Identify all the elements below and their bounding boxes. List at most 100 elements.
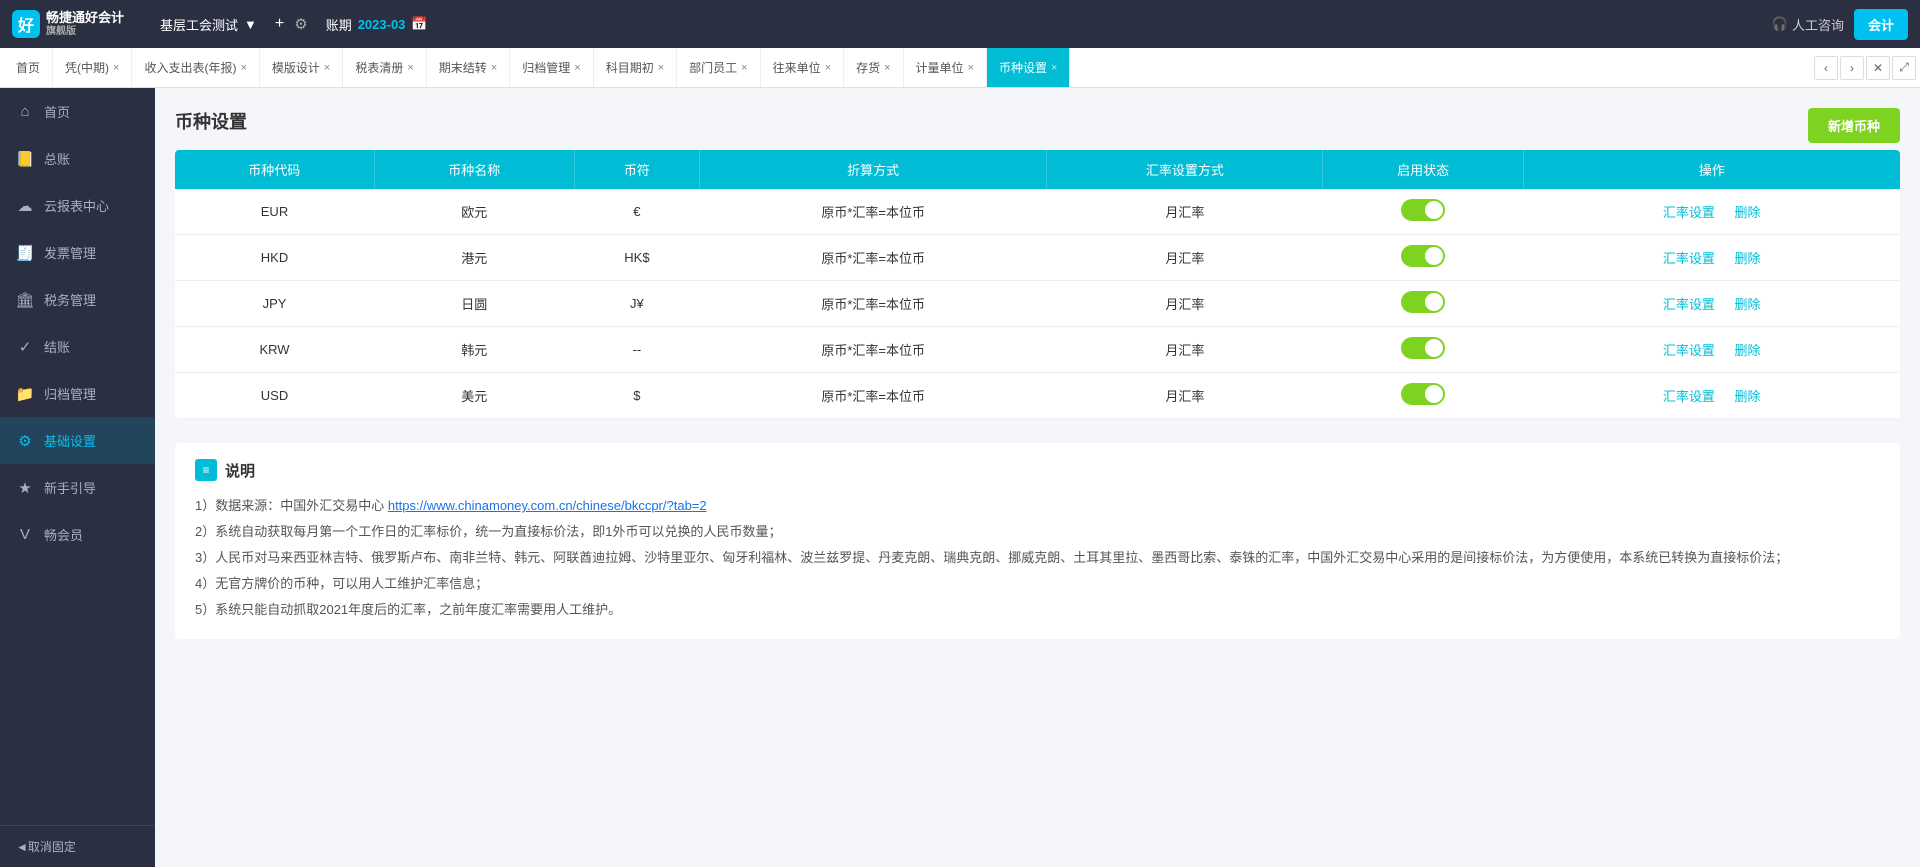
col-actions: 操作 <box>1523 150 1900 189</box>
tab-item[interactable]: 往来单位× <box>761 48 844 87</box>
currency-table: 币种代码 币种名称 币符 折算方式 汇率设置方式 启用状态 操作 EUR 欧元 … <box>175 150 1900 419</box>
cell-code: KRW <box>175 327 374 373</box>
toggle-enabled[interactable] <box>1401 199 1445 221</box>
cell-symbol: HK$ <box>574 235 699 281</box>
cell-actions: 汇率设置 删除 <box>1523 281 1900 327</box>
tab-item[interactable]: 首页 <box>4 48 53 87</box>
tab-close-icon[interactable]: × <box>741 62 747 74</box>
cell-rate-type: 月汇率 <box>1047 189 1323 235</box>
cell-status <box>1323 235 1523 281</box>
tab-close-all-button[interactable]: ✕ <box>1866 56 1890 80</box>
notes-link[interactable]: https://www.chinamoney.com.cn/chinese/bk… <box>388 498 707 513</box>
rate-setting-link[interactable]: 汇率设置 <box>1663 389 1715 404</box>
tab-item[interactable]: 部门员工× <box>677 48 760 87</box>
sidebar-label-home: 首页 <box>44 102 70 121</box>
tab-expand-button[interactable]: ⤢ <box>1892 56 1916 80</box>
calendar-icon[interactable]: 📅 <box>411 16 427 32</box>
tab-label: 税表清册 <box>355 59 403 76</box>
tab-close-icon[interactable]: × <box>324 62 330 74</box>
rate-setting-link[interactable]: 汇率设置 <box>1663 297 1715 312</box>
delete-link[interactable]: 删除 <box>1734 297 1760 312</box>
notes-item: 1）数据来源：中国外汇交易中心 https://www.chinamoney.c… <box>195 493 1880 519</box>
tab-item[interactable]: 科目期初 × <box>594 48 677 87</box>
sidebar-item-settings[interactable]: ⚙ 基础设置 <box>0 417 155 464</box>
home-icon: ⌂ <box>16 103 34 121</box>
sidebar-item-checkout[interactable]: ✓ 结账 <box>0 323 155 370</box>
delete-link[interactable]: 删除 <box>1734 343 1760 358</box>
tab-item[interactable]: 收入支出表(年报)× <box>132 48 259 87</box>
logo-text-main: 畅捷通好会计 <box>46 10 124 26</box>
delete-link[interactable]: 删除 <box>1734 205 1760 220</box>
tab-label: 计量单位 <box>916 59 964 76</box>
add-icon[interactable]: + <box>275 15 284 33</box>
account-button[interactable]: 会计 <box>1854 9 1908 40</box>
help-button[interactable]: 🎧 人工咨询 <box>1772 15 1844 34</box>
cell-code: JPY <box>175 281 374 327</box>
logo-text: 畅捷通好会计 旗舰版 <box>46 10 124 38</box>
toggle-enabled[interactable] <box>1401 291 1445 313</box>
tab-item[interactable]: 存货× <box>844 48 903 87</box>
table-row: USD 美元 $ 原币*汇率=本位币 月汇率 汇率设置 删除 <box>175 373 1900 419</box>
rate-setting-link[interactable]: 汇率设置 <box>1663 205 1715 220</box>
tab-close-icon[interactable]: × <box>825 62 831 74</box>
tab-close-icon[interactable]: × <box>113 62 119 74</box>
tab-close-icon[interactable]: × <box>240 62 246 74</box>
period-value: 2023-03 <box>358 17 406 32</box>
content-area: 币种设置 新增币种 币种代码 币种名称 币符 折算方式 汇率设置方式 启用状态 … <box>155 88 1920 867</box>
toggle-knob <box>1425 339 1443 357</box>
cell-symbol: € <box>574 189 699 235</box>
tab-prev-button[interactable]: ‹ <box>1814 56 1838 80</box>
tab-item[interactable]: 期末结转× <box>427 48 510 87</box>
tab-close-icon[interactable]: × <box>574 62 580 74</box>
cell-method: 原币*汇率=本位币 <box>699 235 1047 281</box>
toggle-enabled[interactable] <box>1401 245 1445 267</box>
tab-next-button[interactable]: › <box>1840 56 1864 80</box>
tab-item[interactable]: 归档管理× <box>510 48 593 87</box>
sidebar-item-home[interactable]: ⌂ 首页 <box>0 88 155 135</box>
pin-button[interactable]: ◄取消固定 <box>16 838 139 855</box>
tab-close-icon[interactable]: × <box>407 62 413 74</box>
tab-nav-buttons: ‹ › ✕ ⤢ <box>1814 56 1916 80</box>
sidebar-item-invoice[interactable]: 🧾 发票管理 <box>0 229 155 276</box>
toggle-enabled[interactable] <box>1401 337 1445 359</box>
tab-close-icon[interactable]: × <box>1051 62 1057 74</box>
settings-icon: ⚙ <box>16 432 34 450</box>
sidebar-bottom: ◄取消固定 <box>0 825 155 867</box>
tab-close-icon[interactable]: × <box>884 62 890 74</box>
notes-item: 4）无官方牌价的币种，可以用人工维护汇率信息； <box>195 571 1880 597</box>
sidebar-item-member[interactable]: V 畅会员 <box>0 511 155 558</box>
new-currency-button[interactable]: 新增币种 <box>1808 108 1900 143</box>
logo-area: 好 畅捷通好会计 旗舰版 <box>12 10 142 38</box>
sidebar-item-guide[interactable]: ★ 新手引导 <box>0 464 155 511</box>
tab-close-icon[interactable]: × <box>491 62 497 74</box>
rate-setting-link[interactable]: 汇率设置 <box>1663 251 1715 266</box>
tab-item[interactable]: 币种设置× <box>987 48 1070 87</box>
settings-icon[interactable]: ⚙ <box>294 15 307 33</box>
tab-item[interactable]: 税表清册 × <box>343 48 426 87</box>
delete-link[interactable]: 删除 <box>1734 251 1760 266</box>
toggle-knob <box>1425 385 1443 403</box>
tab-item[interactable]: 计量单位 × <box>904 48 987 87</box>
sidebar-item-archive[interactable]: 📁 归档管理 <box>0 370 155 417</box>
cell-name: 欧元 <box>374 189 574 235</box>
tab-label: 科目期初 <box>606 59 654 76</box>
logo-icon: 好 <box>12 10 40 38</box>
cell-status <box>1323 189 1523 235</box>
tab-item[interactable]: 模版设计× <box>260 48 343 87</box>
tab-item[interactable]: 凭(中期)× <box>53 48 132 87</box>
company-selector[interactable]: 基层工会测试 ▼ <box>152 11 265 38</box>
main-layout: ⌂ 首页 📒 总账 ☁ 云报表中心 🧾 发票管理 🏛 税务管理 ✓ 结账 📁 归… <box>0 88 1920 867</box>
table-row: JPY 日圆 J¥ 原币*汇率=本位币 月汇率 汇率设置 删除 <box>175 281 1900 327</box>
sidebar-item-ledger[interactable]: 📒 总账 <box>0 135 155 182</box>
rate-setting-link[interactable]: 汇率设置 <box>1663 343 1715 358</box>
delete-link[interactable]: 删除 <box>1734 389 1760 404</box>
tab-close-icon[interactable]: × <box>658 62 664 74</box>
tab-close-icon[interactable]: × <box>968 62 974 74</box>
page-header: 币种设置 新增币种 <box>175 108 1900 150</box>
toggle-enabled[interactable] <box>1401 383 1445 405</box>
notes-title-text: 说明 <box>225 460 255 481</box>
cell-method: 原币*汇率=本位币 <box>699 281 1047 327</box>
sidebar-item-reports[interactable]: ☁ 云报表中心 <box>0 182 155 229</box>
sidebar-item-tax[interactable]: 🏛 税务管理 <box>0 276 155 323</box>
cell-rate-type: 月汇率 <box>1047 281 1323 327</box>
